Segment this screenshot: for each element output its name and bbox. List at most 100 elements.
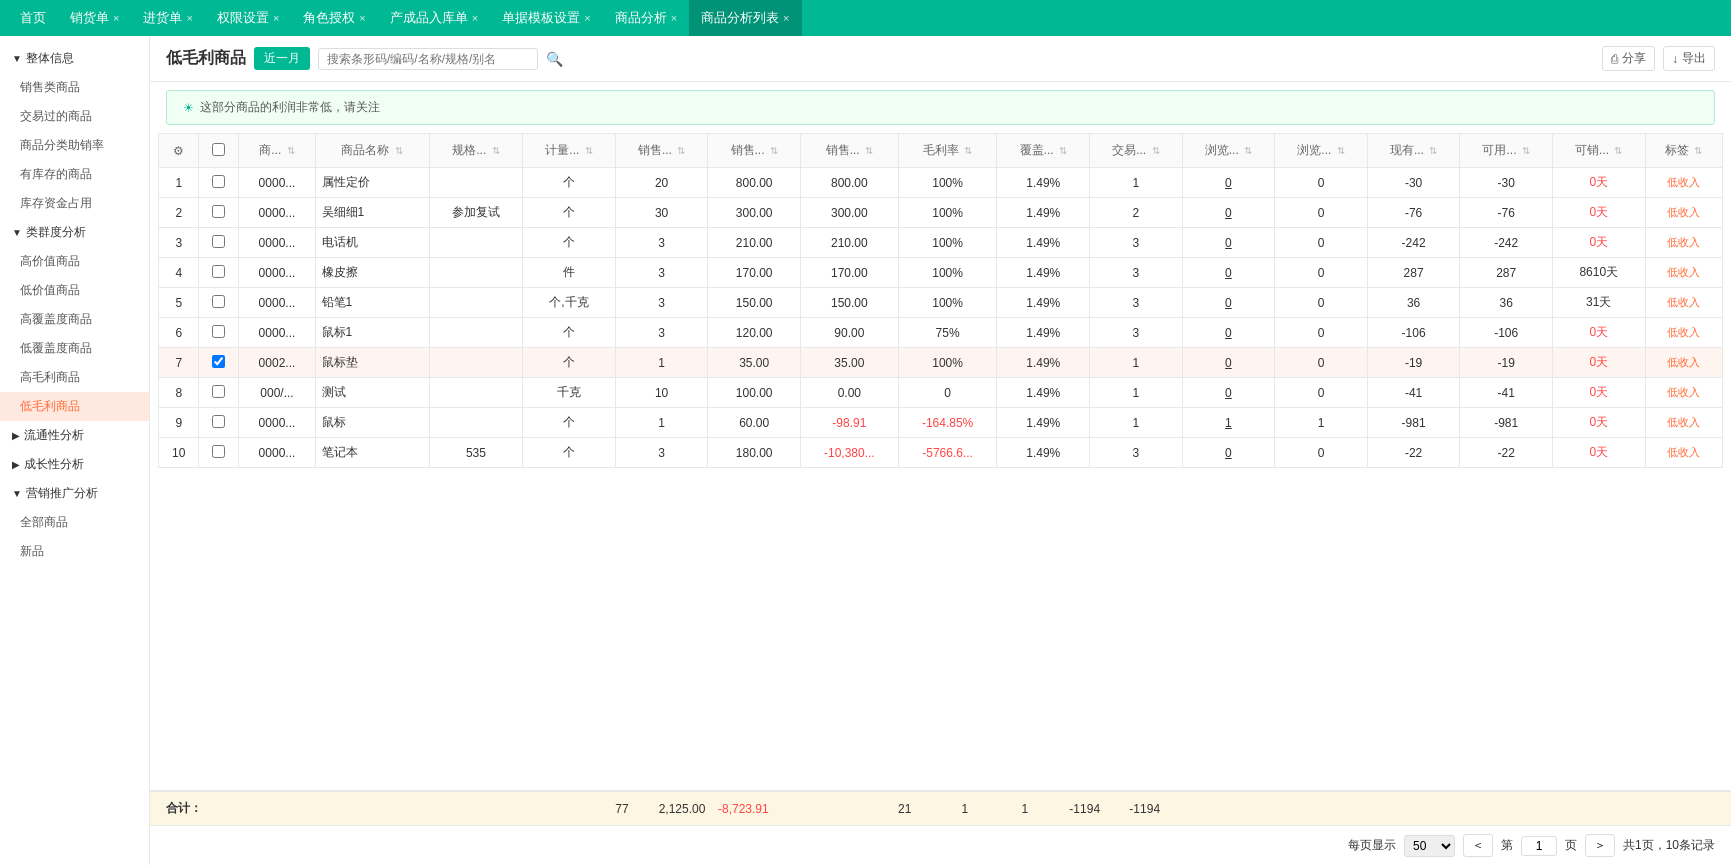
sort-icon[interactable]: ⇅ <box>1059 145 1067 156</box>
sidebar-group-2[interactable]: ▶流通性分析 <box>0 421 149 450</box>
share-button[interactable]: ⎙ 分享 <box>1602 46 1655 71</box>
nav-close-icon[interactable]: × <box>113 12 119 24</box>
nav-close-icon[interactable]: × <box>472 12 478 24</box>
views1-link[interactable]: 0 <box>1225 266 1232 280</box>
views1-link[interactable]: 0 <box>1225 206 1232 220</box>
nav-item-进货单[interactable]: 进货单× <box>131 0 204 36</box>
row-checkbox-cell[interactable] <box>199 348 239 378</box>
prev-page-button[interactable]: ＜ <box>1463 834 1493 857</box>
row-checkbox[interactable] <box>212 385 225 398</box>
views1-link[interactable]: 0 <box>1225 296 1232 310</box>
sort-icon[interactable]: ⇅ <box>1337 145 1345 156</box>
row-checkbox[interactable] <box>212 295 225 308</box>
nav-item-商品分析[interactable]: 商品分析× <box>603 0 689 36</box>
sidebar-item-有库存的商品[interactable]: 有库存的商品 <box>0 160 149 189</box>
sidebar-group-4[interactable]: ▼营销推广分析 <box>0 479 149 508</box>
sort-icon[interactable]: ⇅ <box>865 145 873 156</box>
date-filter-button[interactable]: 近一月 <box>254 47 310 70</box>
page-number-input[interactable] <box>1521 836 1557 856</box>
row-checkbox[interactable] <box>212 445 225 458</box>
product-tag: 低收入 <box>1645 378 1722 408</box>
nav-item-单据模板设置[interactable]: 单据模板设置× <box>490 0 602 36</box>
sort-icon[interactable]: ⇅ <box>1429 145 1437 156</box>
nav-item-角色授权[interactable]: 角色授权× <box>291 0 377 36</box>
nav-item-销货单[interactable]: 销货单× <box>58 0 131 36</box>
sort-icon[interactable]: ⇅ <box>585 145 593 156</box>
views1-link[interactable]: 0 <box>1225 176 1232 190</box>
sidebar-item-低覆盖度商品[interactable]: 低覆盖度商品 <box>0 334 149 363</box>
share-icon: ⎙ <box>1611 52 1618 66</box>
col-header-coverage: 覆盖... ⇅ <box>997 134 1090 168</box>
sort-icon[interactable]: ⇅ <box>1694 145 1702 156</box>
row-checkbox-cell[interactable] <box>199 408 239 438</box>
views1-link[interactable]: 0 <box>1225 236 1232 250</box>
search-button[interactable]: 🔍 <box>546 51 563 67</box>
row-checkbox[interactable] <box>212 355 225 368</box>
row-checkbox-cell[interactable] <box>199 438 239 468</box>
nav-close-icon[interactable]: × <box>584 12 590 24</box>
views1-link[interactable]: 0 <box>1225 386 1232 400</box>
nav-item-权限设置[interactable]: 权限设置× <box>205 0 291 36</box>
sort-icon[interactable]: ⇅ <box>1152 145 1160 156</box>
sidebar-item-高毛利商品[interactable]: 高毛利商品 <box>0 363 149 392</box>
views1-link[interactable]: 0 <box>1225 326 1232 340</box>
sort-icon[interactable]: ⇅ <box>677 145 685 156</box>
sidebar-item-低毛利商品[interactable]: 低毛利商品 <box>0 392 149 421</box>
sidebar-item-高价值商品[interactable]: 高价值商品 <box>0 247 149 276</box>
row-checkbox[interactable] <box>212 265 225 278</box>
next-page-button[interactable]: ＞ <box>1585 834 1615 857</box>
row-checkbox[interactable] <box>212 205 225 218</box>
nav-close-icon[interactable]: × <box>783 12 789 24</box>
sidebar-item-库存资金占用[interactable]: 库存资金占用 <box>0 189 149 218</box>
gross-margin: -5766.6... <box>898 438 997 468</box>
transactions: 3 <box>1090 318 1183 348</box>
settings-column-header[interactable]: ⚙ <box>159 134 199 168</box>
row-checkbox-cell[interactable] <box>199 228 239 258</box>
sort-icon[interactable]: ⇅ <box>287 145 295 156</box>
nav-close-icon[interactable]: × <box>671 12 677 24</box>
nav-item-商品分析列表[interactable]: 商品分析列表× <box>689 0 801 36</box>
sort-icon[interactable]: ⇅ <box>492 145 500 156</box>
nav-close-icon[interactable]: × <box>273 12 279 24</box>
row-checkbox-cell[interactable] <box>199 378 239 408</box>
sidebar-item-高覆盖度商品[interactable]: 高覆盖度商品 <box>0 305 149 334</box>
page-size-select[interactable]: 50 20 100 <box>1404 835 1455 857</box>
row-checkbox-cell[interactable] <box>199 168 239 198</box>
sort-icon[interactable]: ⇅ <box>964 145 972 156</box>
select-all-checkbox[interactable] <box>212 143 225 156</box>
row-checkbox[interactable] <box>212 235 225 248</box>
views1-link[interactable]: 0 <box>1225 446 1232 460</box>
search-input[interactable] <box>318 48 538 70</box>
sidebar-item-新品[interactable]: 新品 <box>0 537 149 566</box>
nav-close-icon[interactable]: × <box>359 12 365 24</box>
sidebar-item-销售类商品[interactable]: 销售类商品 <box>0 73 149 102</box>
select-all-header[interactable] <box>199 134 239 168</box>
row-checkbox-cell[interactable] <box>199 258 239 288</box>
nav-item-产成品入库单[interactable]: 产成品入库单× <box>378 0 490 36</box>
sort-icon[interactable]: ⇅ <box>1614 145 1622 156</box>
nav-close-icon[interactable]: × <box>186 12 192 24</box>
nav-item-首页[interactable]: 首页 <box>8 0 58 36</box>
sidebar-item-低价值商品[interactable]: 低价值商品 <box>0 276 149 305</box>
sidebar-group-3[interactable]: ▶成长性分析 <box>0 450 149 479</box>
row-checkbox-cell[interactable] <box>199 198 239 228</box>
sidebar-group-0[interactable]: ▼整体信息 <box>0 44 149 73</box>
row-checkbox[interactable] <box>212 325 225 338</box>
sort-icon[interactable]: ⇅ <box>1522 145 1530 156</box>
views1-link[interactable]: 1 <box>1225 416 1232 430</box>
sidebar-item-交易过的商品[interactable]: 交易过的商品 <box>0 102 149 131</box>
sort-icon[interactable]: ⇅ <box>1244 145 1252 156</box>
export-button[interactable]: ↓ 导出 <box>1663 46 1715 71</box>
sidebar-item-商品分类助销率[interactable]: 商品分类助销率 <box>0 131 149 160</box>
row-checkbox[interactable] <box>212 175 225 188</box>
row-checkbox-cell[interactable] <box>199 288 239 318</box>
sidebar-item-全部商品[interactable]: 全部商品 <box>0 508 149 537</box>
sort-icon[interactable]: ⇅ <box>395 145 403 156</box>
views1[interactable]: 1 <box>1182 408 1275 438</box>
row-checkbox[interactable] <box>212 415 225 428</box>
row-checkbox-cell[interactable] <box>199 318 239 348</box>
sidebar-group-1[interactable]: ▼类群度分析 <box>0 218 149 247</box>
views1-link[interactable]: 0 <box>1225 356 1232 370</box>
sort-icon[interactable]: ⇅ <box>770 145 778 156</box>
product-name: 电话机 <box>315 228 429 258</box>
